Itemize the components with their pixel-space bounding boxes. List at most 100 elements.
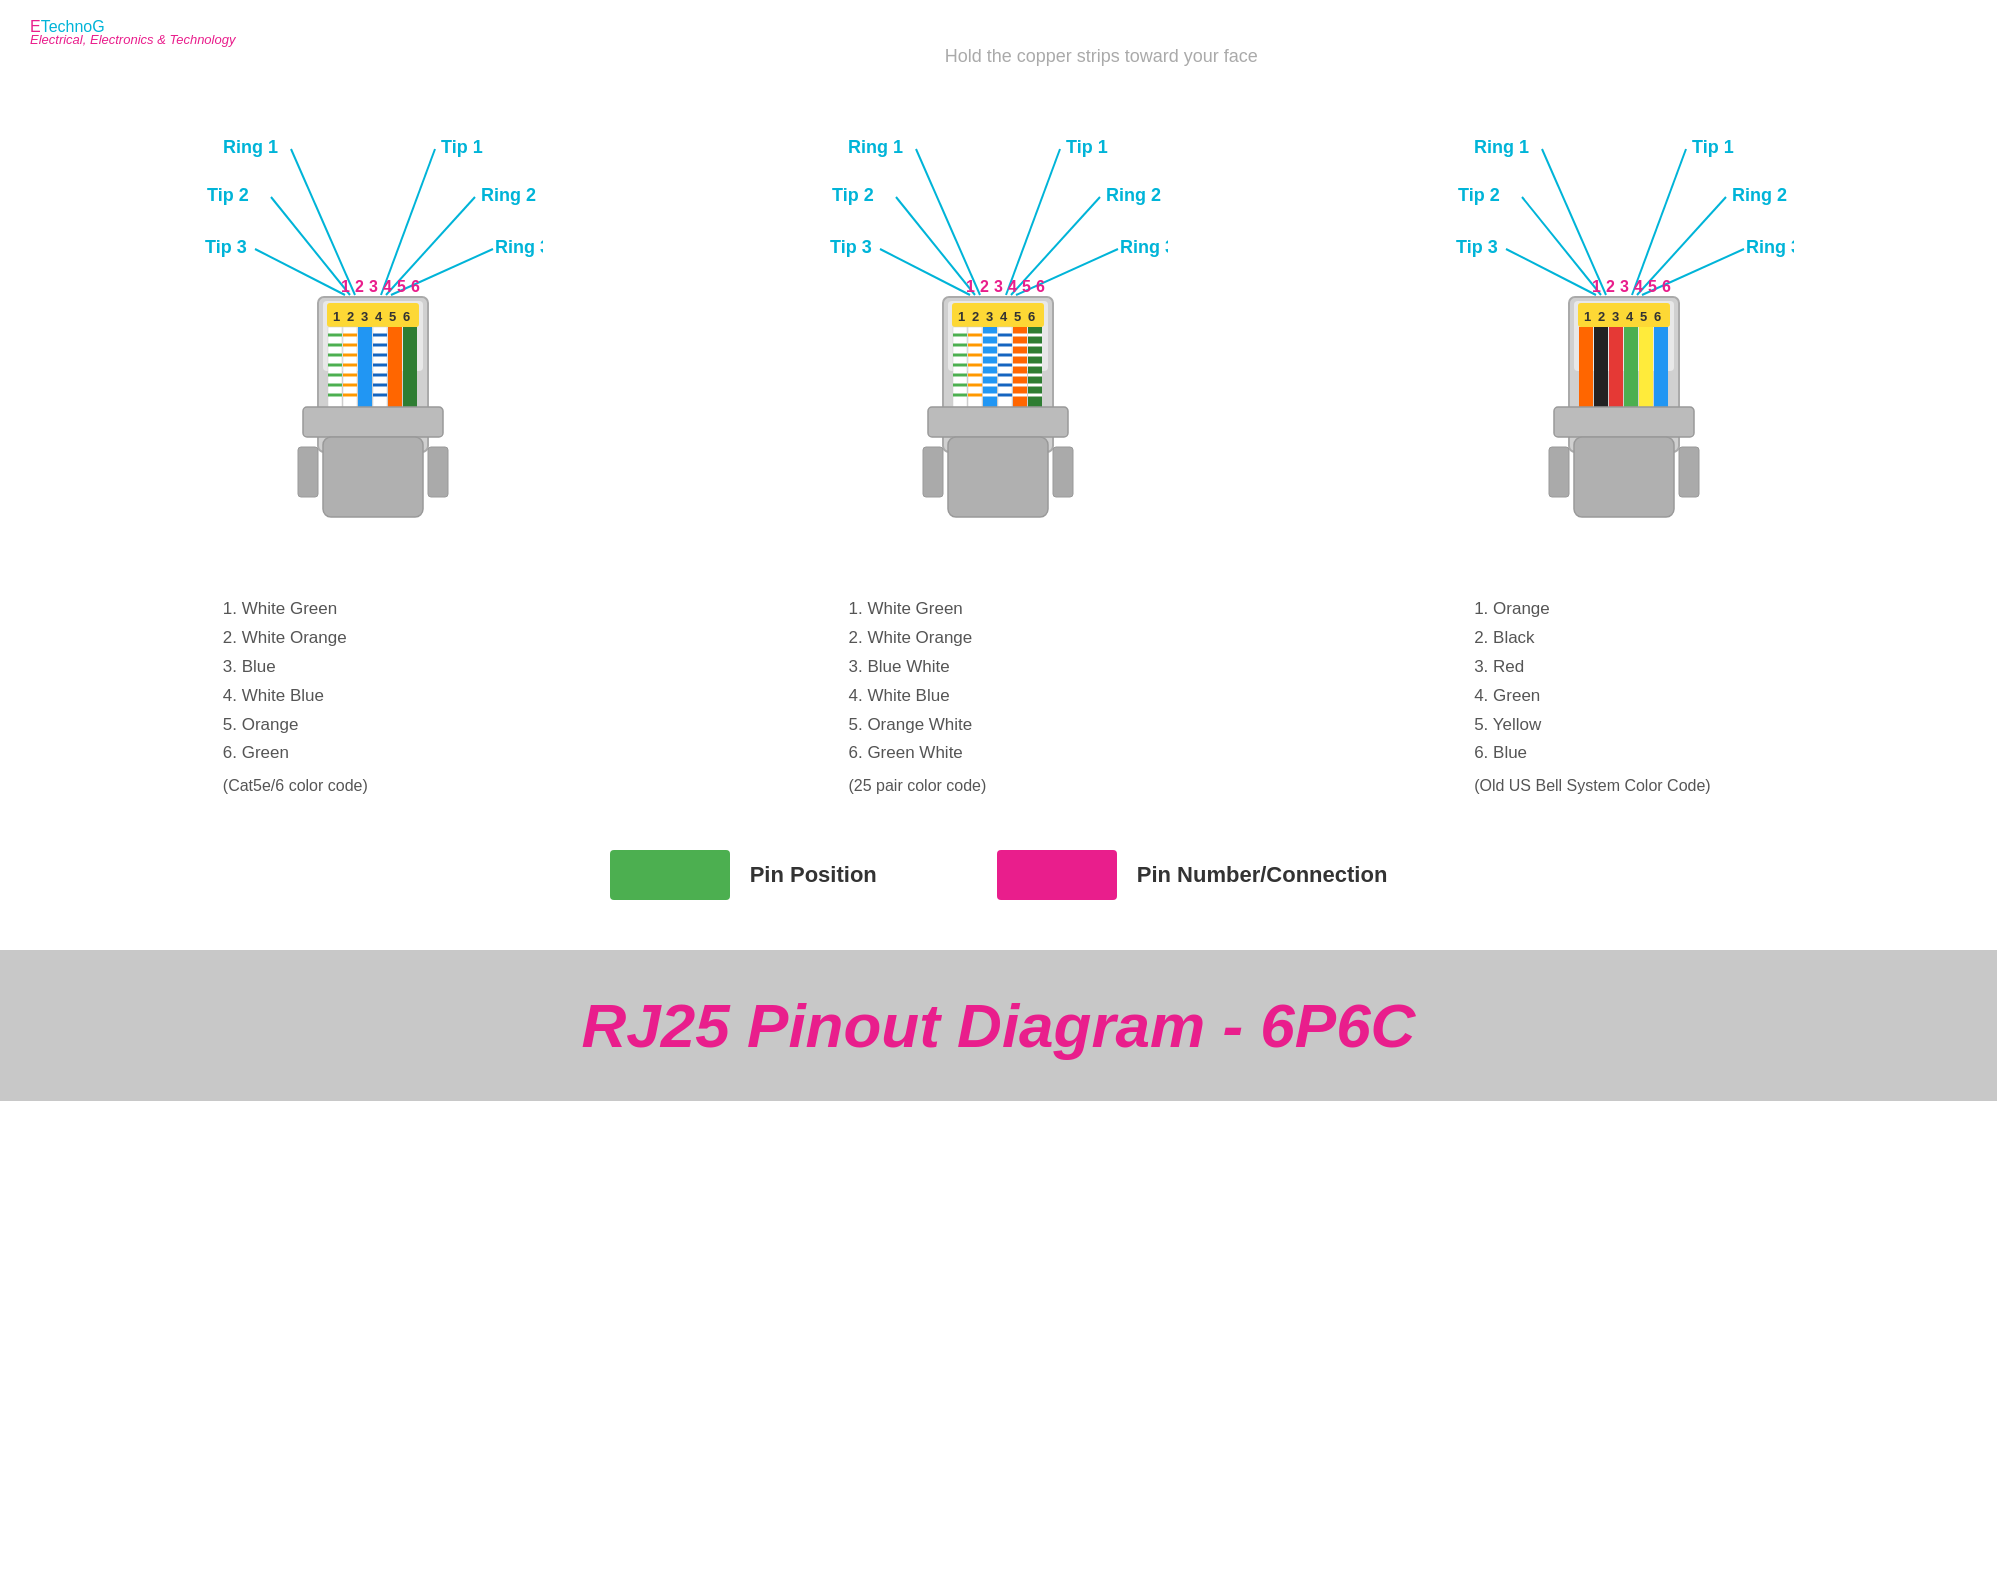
svg-text:Ring 1: Ring 1 (848, 137, 903, 157)
svg-text:2: 2 (980, 278, 989, 295)
svg-line-60 (1006, 149, 1060, 295)
legend-section: Pin Position Pin Number/Connection (0, 850, 1997, 900)
svg-rect-135 (923, 447, 943, 497)
svg-text:1: 1 (341, 278, 350, 295)
wire-item-3-25pair: 3. Blue White (848, 653, 1148, 682)
wire-item-5-cat5e: 5. Orange (223, 711, 523, 740)
svg-text:2: 2 (1606, 278, 1615, 295)
svg-rect-170 (1554, 407, 1694, 437)
svg-rect-55 (323, 437, 423, 517)
svg-text:6: 6 (1036, 278, 1045, 295)
code-label-cat5e: (Cat5e/6 color code) (223, 772, 523, 799)
header-subtitle: Hold the copper strips toward your face (235, 18, 1967, 67)
svg-text:5: 5 (1648, 278, 1657, 295)
wire-item-3-us-bell: 3. Red (1474, 653, 1774, 682)
svg-text:2: 2 (1598, 309, 1605, 324)
svg-text:Tip 3: Tip 3 (1456, 237, 1498, 257)
wire-item-5-25pair: 5. Orange White (848, 711, 1148, 740)
svg-text:5: 5 (1014, 309, 1021, 324)
svg-line-4 (271, 197, 350, 295)
svg-text:3: 3 (994, 278, 1003, 295)
legend-pin-number-box (997, 850, 1117, 900)
connector-cat5e: Ring 1 Tip 1 Tip 2 Ring 2 Tip 3 Ring 3 1… (93, 97, 653, 800)
svg-text:1: 1 (1592, 278, 1601, 295)
svg-text:5: 5 (1022, 278, 1031, 295)
legend-pin-position-label: Pin Position (750, 862, 877, 888)
main-content: Ring 1 Tip 1 Tip 2 Ring 2 Tip 3 Ring 3 1… (0, 77, 1997, 800)
svg-rect-43 (358, 327, 372, 407)
code-label-us-bell: (Old US Bell System Color Code) (1474, 772, 1774, 799)
wire-item-1-25pair: 1. White Green (848, 595, 1148, 624)
legend-pin-number: Pin Number/Connection (997, 850, 1388, 900)
svg-text:5: 5 (1640, 309, 1647, 324)
svg-rect-53 (403, 327, 417, 407)
svg-text:6: 6 (403, 309, 410, 324)
wire-item-3-cat5e: 3. Blue (223, 653, 523, 682)
svg-text:4: 4 (1634, 278, 1643, 295)
connector-svg-cat5e: Ring 1 Tip 1 Tip 2 Ring 2 Tip 3 Ring 3 1… (203, 97, 543, 577)
svg-rect-57 (428, 447, 448, 497)
svg-text:Ring 3: Ring 3 (1120, 237, 1168, 257)
svg-text:Tip 1: Tip 1 (1066, 137, 1108, 157)
svg-text:Tip 1: Tip 1 (441, 137, 483, 157)
wire-item-2-us-bell: 2. Black (1474, 624, 1774, 653)
svg-text:3: 3 (361, 309, 368, 324)
svg-text:Ring 3: Ring 3 (495, 237, 543, 257)
connector-svg-us-bell: Ring 1 Tip 1 Tip 2 Ring 2 Tip 3 Ring 3 1… (1454, 97, 1794, 577)
svg-text:6: 6 (1654, 309, 1661, 324)
svg-text:1: 1 (958, 309, 965, 324)
svg-rect-133 (928, 407, 1068, 437)
svg-text:Tip 3: Tip 3 (830, 237, 872, 257)
code-label-25pair: (25 pair color code) (848, 772, 1148, 799)
svg-text:5: 5 (397, 278, 406, 295)
svg-text:Tip 2: Tip 2 (832, 185, 874, 205)
svg-text:Tip 1: Tip 1 (1692, 137, 1734, 157)
svg-rect-165 (1594, 327, 1608, 407)
svg-rect-134 (948, 437, 1048, 517)
header: ETechnoG Electrical, Electronics & Techn… (0, 0, 1997, 67)
svg-text:Ring 1: Ring 1 (223, 137, 278, 157)
svg-rect-52 (388, 327, 402, 407)
svg-text:1: 1 (1584, 309, 1591, 324)
legend-pin-number-label: Pin Number/Connection (1137, 862, 1388, 888)
wire-item-4-25pair: 4. White Blue (848, 682, 1148, 711)
wire-item-2-25pair: 2. White Orange (848, 624, 1148, 653)
wire-item-6-cat5e: 6. Green (223, 739, 523, 768)
svg-text:3: 3 (1612, 309, 1619, 324)
svg-rect-164 (1579, 327, 1593, 407)
wire-item-4-us-bell: 4. Green (1474, 682, 1774, 711)
svg-rect-172 (1549, 447, 1569, 497)
svg-text:6: 6 (1028, 309, 1035, 324)
svg-text:4: 4 (375, 309, 383, 324)
svg-line-139 (1632, 149, 1686, 295)
svg-text:Tip 2: Tip 2 (1458, 185, 1500, 205)
svg-text:1: 1 (966, 278, 975, 295)
svg-text:Ring 2: Ring 2 (1732, 185, 1787, 205)
svg-text:4: 4 (1000, 309, 1008, 324)
svg-text:Ring 2: Ring 2 (1106, 185, 1161, 205)
svg-text:4: 4 (1008, 278, 1017, 295)
svg-text:6: 6 (411, 278, 420, 295)
wire-list-us-bell: 1. Orange 2. Black 3. Red 4. Green 5. Ye… (1474, 595, 1774, 800)
svg-text:6: 6 (1662, 278, 1671, 295)
svg-rect-171 (1574, 437, 1674, 517)
wire-list-cat5e: 1. White Green 2. White Orange 3. Blue 4… (223, 595, 523, 800)
wire-item-6-25pair: 6. Green White (848, 739, 1148, 768)
connector-25pair: Ring 1 Tip 1 Tip 2 Ring 2 Tip 3 Ring 3 1… (718, 97, 1278, 800)
svg-text:4: 4 (1626, 309, 1634, 324)
wire-item-6-us-bell: 6. Blue (1474, 739, 1774, 768)
wire-item-2-cat5e: 2. White Orange (223, 624, 523, 653)
svg-rect-54 (303, 407, 443, 437)
svg-text:Tip 2: Tip 2 (207, 185, 249, 205)
svg-text:4: 4 (383, 278, 392, 295)
connector-us-bell: Ring 1 Tip 1 Tip 2 Ring 2 Tip 3 Ring 3 1… (1344, 97, 1904, 800)
svg-rect-173 (1679, 447, 1699, 497)
legend-pin-position: Pin Position (610, 850, 877, 900)
svg-rect-136 (1053, 447, 1073, 497)
footer-banner: RJ25 Pinout Diagram - 6P6C (0, 950, 1997, 1101)
svg-text:Ring 1: Ring 1 (1474, 137, 1529, 157)
svg-text:1: 1 (333, 309, 340, 324)
svg-rect-167 (1624, 327, 1638, 407)
svg-text:5: 5 (389, 309, 396, 324)
svg-text:3: 3 (986, 309, 993, 324)
